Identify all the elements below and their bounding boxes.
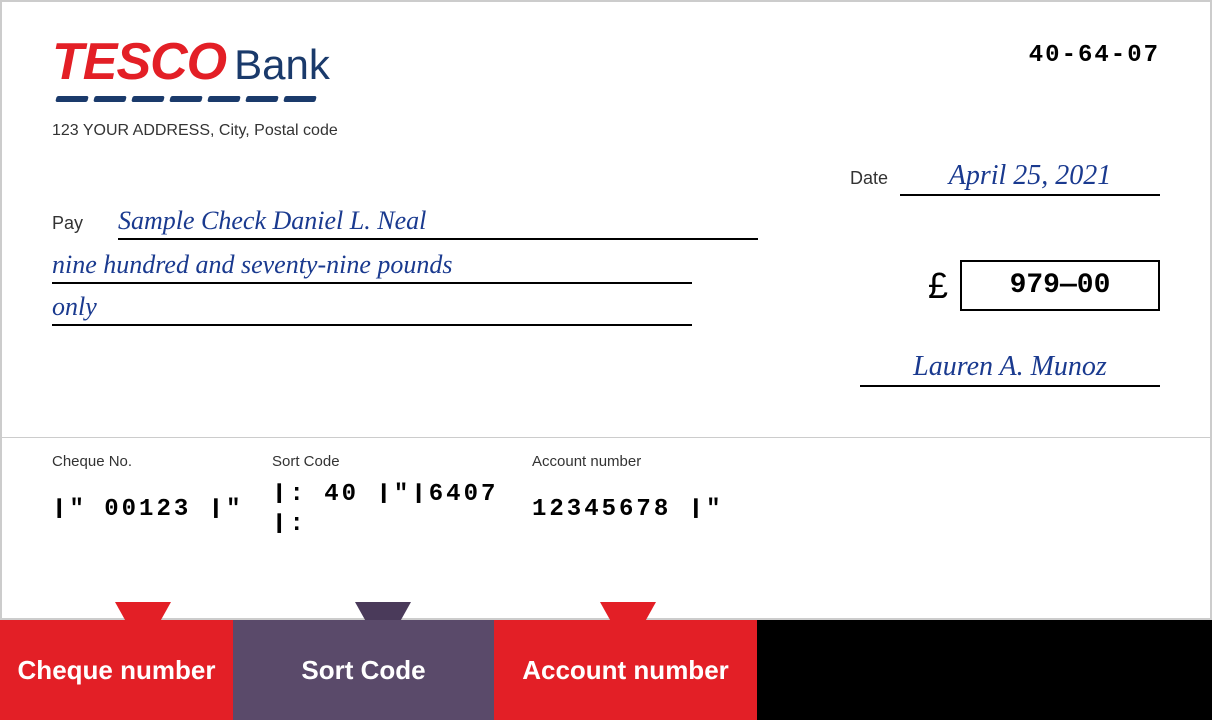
amount-words-line2: only bbox=[52, 292, 692, 326]
micr-cheque-label: Cheque No. bbox=[52, 453, 272, 470]
logo-line-6 bbox=[245, 96, 279, 102]
label-sort-code: Sort Code bbox=[233, 620, 494, 720]
date-row: Date April 25, 2021 bbox=[52, 160, 1160, 196]
logo-line-1 bbox=[55, 96, 89, 102]
right-content: £ 979—00 Lauren A. Munoz bbox=[840, 250, 1160, 407]
sort-code-label: Sort Code bbox=[301, 655, 425, 686]
sort-code-header: 40-64-07 bbox=[1029, 42, 1160, 69]
signature-section: Lauren A. Munoz bbox=[860, 351, 1160, 387]
cheque-header: TESCO Bank 40-64-07 bbox=[52, 32, 1160, 102]
main-content: nine hundred and seventy-nine pounds onl… bbox=[52, 250, 1160, 407]
pay-section: Pay Sample Check Daniel L. Neal bbox=[52, 206, 1160, 240]
date-label: Date bbox=[850, 168, 888, 189]
signature-value: Lauren A. Munoz bbox=[860, 351, 1160, 387]
micr-cheque-chars: ❙" 00123 ❙" bbox=[52, 493, 272, 523]
pay-row: Pay Sample Check Daniel L. Neal bbox=[52, 206, 1160, 240]
micr-account-label: Account number bbox=[532, 453, 812, 470]
amount-words-line1: nine hundred and seventy-nine pounds bbox=[52, 250, 692, 284]
micr-numbers: ❙" 00123 ❙" ❙: 40 ❙"❙6407 ❙: 12345678 ❙" bbox=[52, 478, 1160, 538]
micr-sort-label: Sort Code bbox=[272, 453, 532, 470]
label-cheque-number: Cheque number bbox=[0, 620, 233, 720]
cheque-container: TESCO Bank 40-64-07 123 YOUR ADDRESS, Ci… bbox=[0, 0, 1212, 620]
address-line: 123 YOUR ADDRESS, City, Postal code bbox=[52, 122, 1160, 140]
tesco-logo: TESCO bbox=[52, 32, 226, 92]
amount-box: 979—00 bbox=[960, 260, 1160, 311]
logo-line-4 bbox=[169, 96, 203, 102]
logo-section: TESCO Bank bbox=[52, 32, 330, 102]
logo-lines bbox=[52, 96, 330, 102]
bank-text: Bank bbox=[234, 41, 330, 89]
micr-sort-chars: ❙: 40 ❙"❙6407 ❙: bbox=[272, 478, 532, 538]
labels-bottom: Cheque number Sort Code Account number bbox=[0, 620, 1212, 720]
amount-box-section: £ 979—00 bbox=[928, 260, 1160, 311]
pay-label: Pay bbox=[52, 213, 102, 234]
cheque-number-label: Cheque number bbox=[18, 655, 216, 686]
micr-section: Cheque No. Sort Code Account number ❙" 0… bbox=[2, 437, 1210, 548]
micr-labels: Cheque No. Sort Code Account number bbox=[52, 453, 1160, 470]
pound-sign: £ bbox=[928, 265, 948, 307]
bottom-section: Cheque number Sort Code Account number bbox=[0, 620, 1212, 720]
left-content: nine hundred and seventy-nine pounds onl… bbox=[52, 250, 840, 326]
logo-line-2 bbox=[93, 96, 127, 102]
label-account-number: Account number bbox=[494, 620, 757, 720]
logo-text: TESCO Bank bbox=[52, 32, 330, 92]
pay-value: Sample Check Daniel L. Neal bbox=[118, 206, 758, 240]
logo-line-7 bbox=[283, 96, 317, 102]
micr-account-chars: 12345678 ❙" bbox=[532, 493, 812, 523]
account-number-label: Account number bbox=[522, 655, 729, 686]
logo-line-5 bbox=[207, 96, 241, 102]
date-value: April 25, 2021 bbox=[900, 160, 1160, 196]
logo-line-3 bbox=[131, 96, 165, 102]
